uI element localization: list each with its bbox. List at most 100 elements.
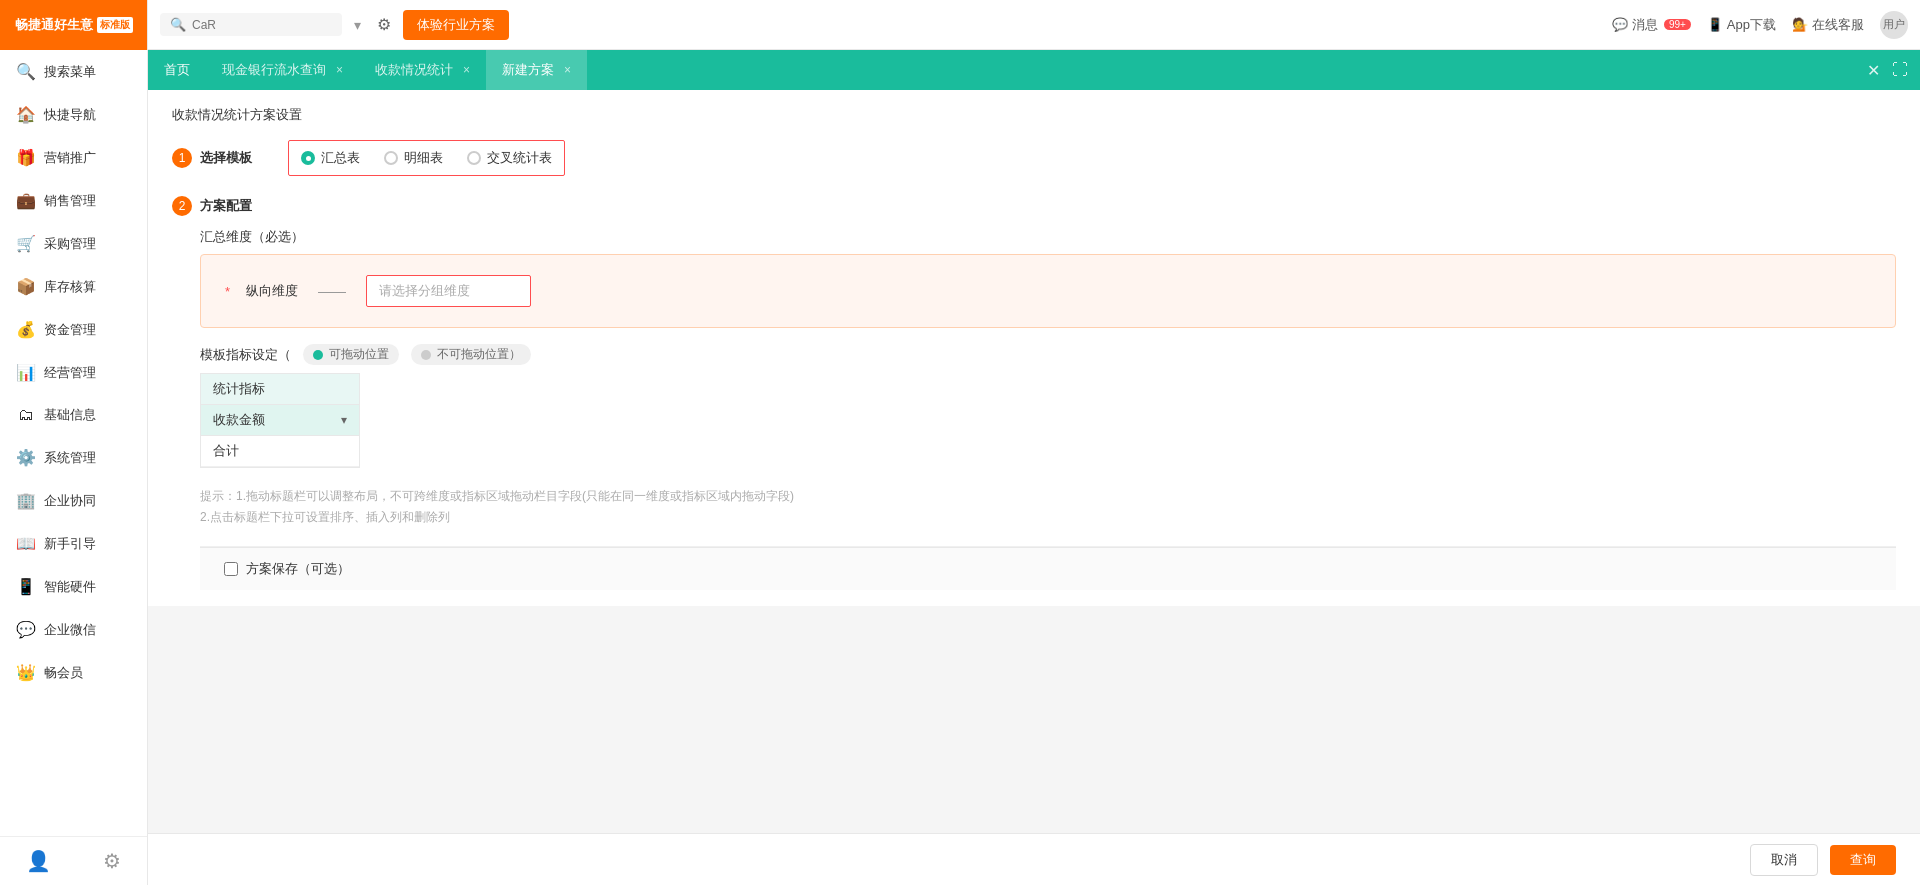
sidebar-item-system[interactable]: ⚙️系统管理: [0, 436, 147, 479]
hints: 提示：1.拖动标题栏可以调整布局，不可跨维度或指标区域拖动栏目字段(只能在同一维…: [200, 488, 1896, 526]
radio-detail[interactable]: 明细表: [384, 149, 443, 167]
hint-2: 2.点击标题栏下拉可设置排序、插入列和删除列: [200, 509, 1896, 526]
indicators-label-row: 模板指标设定（ 可拖动位置 不可拖动位置）: [200, 344, 1896, 365]
sidebar-item-sales[interactable]: 💼销售管理: [0, 179, 147, 222]
search-input[interactable]: [192, 18, 332, 32]
tab-collection-stats[interactable]: 收款情况统计×: [359, 50, 486, 90]
sidebar-label-marketing: 营销推广: [44, 149, 96, 167]
header-right: 💬 消息 99+ 📱 App下载 💁 在线客服 用户: [1612, 11, 1908, 39]
operations-icon: 📊: [16, 363, 36, 382]
radio-cross[interactable]: 交叉统计表: [467, 149, 552, 167]
search-menu-icon: 🔍: [16, 62, 36, 81]
section1-title: 选择模板: [200, 149, 252, 167]
maximize-icon[interactable]: ⛶: [1892, 61, 1908, 79]
download-label: App下载: [1727, 16, 1776, 34]
radio-cross-label: 交叉统计表: [487, 149, 552, 167]
notifications-count: 99+: [1664, 19, 1691, 30]
sidebar-label-quick-nav: 快捷导航: [44, 106, 96, 124]
tab-close-collection-stats[interactable]: ×: [463, 63, 470, 77]
header: 🔍 ▾ ⚙ 体验行业方案 💬 消息 99+ 📱 App下载 💁 在线客服 用户: [148, 0, 1920, 50]
dimension-select[interactable]: 请选择分组维度: [366, 275, 531, 307]
dimension-label: 汇总维度（必选）: [200, 228, 1896, 246]
radio-detail-circle: [384, 151, 398, 165]
dimension-row: * 纵向维度 —— 请选择分组维度: [225, 275, 1871, 307]
arrow-icon: ——: [318, 283, 346, 299]
user-icon[interactable]: 👤: [18, 845, 59, 877]
settings-icon[interactable]: ⚙: [95, 845, 129, 877]
breadcrumb: 收款情况统计方案设置: [172, 106, 1896, 124]
column-dropdown-icon[interactable]: ▾: [341, 413, 347, 427]
section2-number: 2: [172, 196, 192, 216]
purchase-icon: 🛒: [16, 234, 36, 253]
radio-summary[interactable]: 汇总表: [301, 149, 360, 167]
save-checkbox[interactable]: [224, 562, 238, 576]
sales-icon: 💼: [16, 191, 36, 210]
quick-nav-icon: 🏠: [16, 105, 36, 124]
avatar[interactable]: 用户: [1880, 11, 1908, 39]
section2-title: 方案配置: [200, 197, 252, 215]
sidebar-item-inventory[interactable]: 📦库存核算: [0, 265, 147, 308]
tab-actions: ✕ ⛶: [1855, 50, 1920, 90]
sidebar-label-operations: 经营管理: [44, 364, 96, 382]
main-content: 收款情况统计方案设置 1 选择模板 汇总表 明细表 交: [148, 90, 1920, 885]
draggable-badge: 可拖动位置: [303, 344, 399, 365]
wechat-icon: 💬: [16, 620, 36, 639]
cancel-button[interactable]: 取消: [1750, 844, 1818, 876]
sidebar-item-basic-info[interactable]: 🗂基础信息: [0, 394, 147, 436]
sidebar-item-enterprise[interactable]: 🏢企业协同: [0, 479, 147, 522]
query-button[interactable]: 查询: [1830, 845, 1896, 875]
radio-summary-label: 汇总表: [321, 149, 360, 167]
smart-hw-icon: 📱: [16, 577, 36, 596]
radio-detail-label: 明细表: [404, 149, 443, 167]
vip-icon: 👑: [16, 663, 36, 682]
logo-text: 畅捷通好生意: [15, 16, 93, 34]
sidebar-label-smart-hw: 智能硬件: [44, 578, 96, 596]
sidebar-label-purchase: 采购管理: [44, 235, 96, 253]
inventory-icon: 📦: [16, 277, 36, 296]
section1-number: 1: [172, 148, 192, 168]
industry-btn[interactable]: 体验行业方案: [403, 10, 509, 40]
sidebar-item-operations[interactable]: 📊 经营管理: [0, 351, 147, 394]
tab-bar: 首页现金银行流水查询×收款情况统计×新建方案× ✕ ⛶: [148, 50, 1920, 90]
tab-home[interactable]: 首页: [148, 50, 206, 90]
stats-total-cell: 合计: [201, 436, 359, 467]
version-badge: 标准版: [97, 17, 133, 33]
sidebar-item-quick-nav[interactable]: 🏠 快捷导航: [0, 93, 147, 136]
collection-amount-label: 收款金额: [213, 411, 265, 429]
gear-icon[interactable]: ⚙: [377, 15, 391, 34]
stats-sub-header: 收款金额 ▾: [201, 405, 359, 436]
close-window-icon[interactable]: ✕: [1867, 61, 1880, 80]
sidebar-item-search-menu[interactable]: 🔍搜索菜单: [0, 50, 147, 93]
sidebar-item-marketing[interactable]: 🎁营销推广: [0, 136, 147, 179]
vertical-dimension-label: 纵向维度: [246, 282, 298, 300]
tab-label-new-plan: 新建方案: [502, 61, 554, 79]
header-search-box: 🔍: [160, 13, 342, 36]
section1-header: 1 选择模板 汇总表 明细表 交叉统计表: [172, 140, 1896, 176]
sidebar-label-wechat: 企业微信: [44, 621, 96, 639]
tab-label-bank-flow: 现金银行流水查询: [222, 61, 326, 79]
sidebar-item-purchase[interactable]: 🛒 采购管理: [0, 222, 147, 265]
radio-cross-circle: [467, 151, 481, 165]
bottom-bar: 取消 查询: [148, 833, 1920, 885]
sidebar-item-vip[interactable]: 👑畅会员: [0, 651, 147, 694]
sidebar-item-smart-hw[interactable]: 📱 智能硬件: [0, 565, 147, 608]
non-draggable-dot: [421, 350, 431, 360]
sidebar-label-system: 系统管理: [44, 449, 96, 467]
notifications-item[interactable]: 💬 消息 99+: [1612, 16, 1691, 34]
tab-new-plan[interactable]: 新建方案 ×: [486, 50, 587, 90]
section-template: 1 选择模板 汇总表 明细表 交叉统计表: [172, 140, 1896, 176]
support-item[interactable]: 💁 在线客服: [1792, 16, 1864, 34]
tab-close-bank-flow[interactable]: ×: [336, 63, 343, 77]
dropdown-icon[interactable]: ▾: [354, 17, 361, 33]
sidebar-label-basic-info: 基础信息: [44, 406, 96, 424]
tab-bank-flow[interactable]: 现金银行流水查询 ×: [206, 50, 359, 90]
support-label: 在线客服: [1812, 16, 1864, 34]
tab-close-new-plan[interactable]: ×: [564, 63, 571, 77]
sidebar-item-finance[interactable]: 💰资金管理: [0, 308, 147, 351]
sidebar-item-guide[interactable]: 📖新手引导: [0, 522, 147, 565]
draggable-dot: [313, 350, 323, 360]
indicators-label: 模板指标设定（: [200, 346, 291, 364]
sidebar-item-wechat[interactable]: 💬 企业微信: [0, 608, 147, 651]
download-item[interactable]: 📱 App下载: [1707, 16, 1776, 34]
support-icon: 💁: [1792, 17, 1808, 32]
